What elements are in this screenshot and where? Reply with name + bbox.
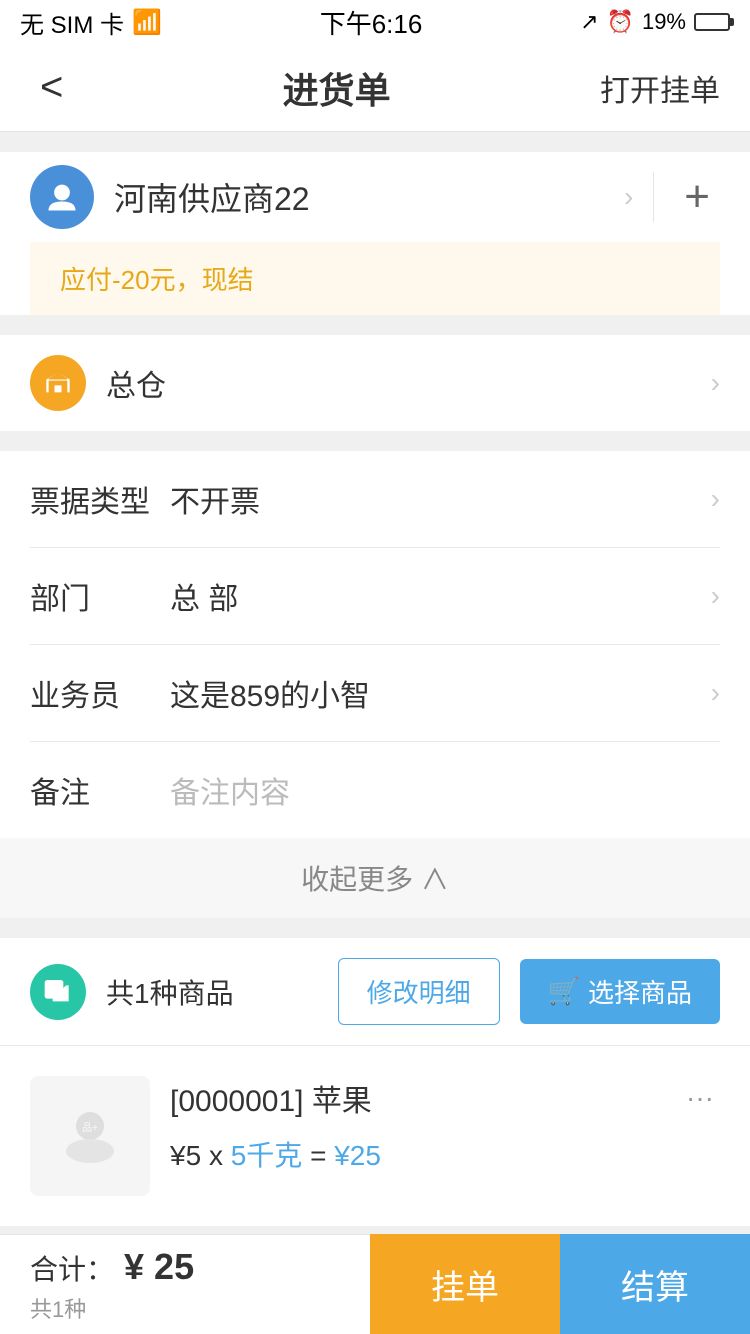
edit-detail-button[interactable]: 修改明细 <box>338 958 500 1025</box>
alarm-icon: ⏰ <box>607 9 634 35</box>
salesperson-label: 业务员 <box>30 671 170 715</box>
product-quantity: 5千克 <box>231 1140 303 1171</box>
product-price-row: ¥5 x 5千克 = ¥25 <box>170 1134 660 1174</box>
status-bar-left: 无 SIM 卡 📶 <box>20 5 162 40</box>
warehouse-chevron-icon: › <box>711 367 720 399</box>
section-gap-4 <box>0 918 750 938</box>
department-row[interactable]: 部门 总 部 › <box>0 548 750 644</box>
battery-icon <box>694 13 730 31</box>
battery-percent: 19% <box>642 9 686 35</box>
supplier-row[interactable]: 河南供应商22 › + <box>30 152 720 242</box>
footer-total-amount: 合计： ¥ 25 <box>30 1246 340 1288</box>
footer: 合计： ¥ 25 共1种 挂单 结算 <box>0 1234 750 1334</box>
select-product-label: 选择商品 <box>588 973 692 1010</box>
total-label: 合计： <box>30 1254 114 1285</box>
supplier-notice: 应付-20元，现结 <box>30 242 720 315</box>
department-label: 部门 <box>30 574 170 618</box>
product-section: 共1种商品 修改明细 🛒 选择商品 品+ [0000001] 苹果 ¥5 x 5… <box>0 938 750 1226</box>
product-item: 品+ [0000001] 苹果 ¥5 x 5千克 = ¥25 ··· <box>0 1046 750 1226</box>
salesperson-value: 这是859的小智 <box>170 671 711 715</box>
collapse-label: 收起更多 ∧ <box>301 858 449 898</box>
footer-total: 合计： ¥ 25 共1种 <box>0 1234 370 1334</box>
section-gap-2 <box>0 315 750 335</box>
hang-button[interactable]: 挂单 <box>370 1234 560 1334</box>
product-thumbnail: 品+ <box>30 1076 150 1196</box>
product-count-icon <box>30 964 86 1020</box>
status-bar-right: ↗ ⏰ 19% <box>580 9 730 35</box>
add-supplier-button[interactable]: + <box>674 172 720 222</box>
salesperson-chevron-icon: › <box>711 677 720 709</box>
wifi-icon: 📶 <box>132 8 162 37</box>
footer-sub-text: 共1种 <box>30 1292 340 1324</box>
invoice-type-row[interactable]: 票据类型 不开票 › <box>0 451 750 547</box>
product-title: 苹果 <box>312 1085 372 1118</box>
remark-label: 备注 <box>30 768 170 812</box>
product-total: ¥25 <box>334 1140 381 1171</box>
collapse-button[interactable]: 收起更多 ∧ <box>0 838 750 918</box>
remark-input[interactable]: 备注内容 <box>170 768 720 812</box>
total-amount: ¥ 25 <box>124 1246 194 1287</box>
invoice-type-value: 不开票 <box>170 477 711 521</box>
supplier-chevron-icon: › <box>624 181 633 213</box>
salesperson-row[interactable]: 业务员 这是859的小智 › <box>0 645 750 741</box>
remark-row[interactable]: 备注 备注内容 <box>0 742 750 838</box>
back-button[interactable]: < <box>30 55 73 120</box>
supplier-name: 河南供应商22 <box>114 174 624 220</box>
vertical-divider <box>653 172 654 222</box>
hang-label: 挂单 <box>431 1260 499 1309</box>
product-code: [0000001] <box>170 1085 303 1118</box>
product-unit-price: ¥5 <box>170 1140 201 1171</box>
carrier-text: 无 SIM 卡 <box>20 5 124 40</box>
product-count-text: 共1种商品 <box>106 972 318 1012</box>
status-time: 下午6:16 <box>320 4 423 41</box>
department-value: 总 部 <box>170 574 711 618</box>
nav-bar: < 进货单 打开挂单 <box>0 44 750 132</box>
supplier-right: › + <box>624 172 720 222</box>
invoice-type-label: 票据类型 <box>30 477 170 521</box>
select-product-button[interactable]: 🛒 选择商品 <box>520 959 720 1024</box>
product-multiply: x <box>209 1140 231 1171</box>
product-name: [0000001] 苹果 <box>170 1076 660 1120</box>
section-gap-1 <box>0 132 750 152</box>
supplier-avatar <box>30 165 94 229</box>
product-equals: = <box>310 1140 334 1171</box>
warehouse-icon <box>30 355 86 411</box>
warehouse-row[interactable]: 总仓 › <box>0 335 750 431</box>
department-chevron-icon: › <box>711 580 720 612</box>
section-gap-3 <box>0 431 750 451</box>
warehouse-label: 总仓 <box>106 361 711 405</box>
location-icon: ↗ <box>580 9 598 35</box>
product-header: 共1种商品 修改明细 🛒 选择商品 <box>0 938 750 1046</box>
product-more-button[interactable]: ··· <box>680 1076 720 1120</box>
svg-text:品+: 品+ <box>82 1122 98 1134</box>
form-section: 票据类型 不开票 › 部门 总 部 › 业务员 这是859的小智 › 备注 备注… <box>0 451 750 838</box>
product-info: [0000001] 苹果 ¥5 x 5千克 = ¥25 <box>170 1076 660 1174</box>
settle-button[interactable]: 结算 <box>560 1234 750 1334</box>
cart-icon: 🛒 <box>548 976 580 1007</box>
settle-label: 结算 <box>621 1260 689 1309</box>
page-title: 进货单 <box>283 62 391 114</box>
invoice-type-chevron-icon: › <box>711 483 720 515</box>
open-pending-button[interactable]: 打开挂单 <box>600 66 720 110</box>
status-bar: 无 SIM 卡 📶 下午6:16 ↗ ⏰ 19% <box>0 0 750 44</box>
supplier-section: 河南供应商22 › + 应付-20元，现结 <box>0 152 750 315</box>
warehouse-section: 总仓 › <box>0 335 750 431</box>
